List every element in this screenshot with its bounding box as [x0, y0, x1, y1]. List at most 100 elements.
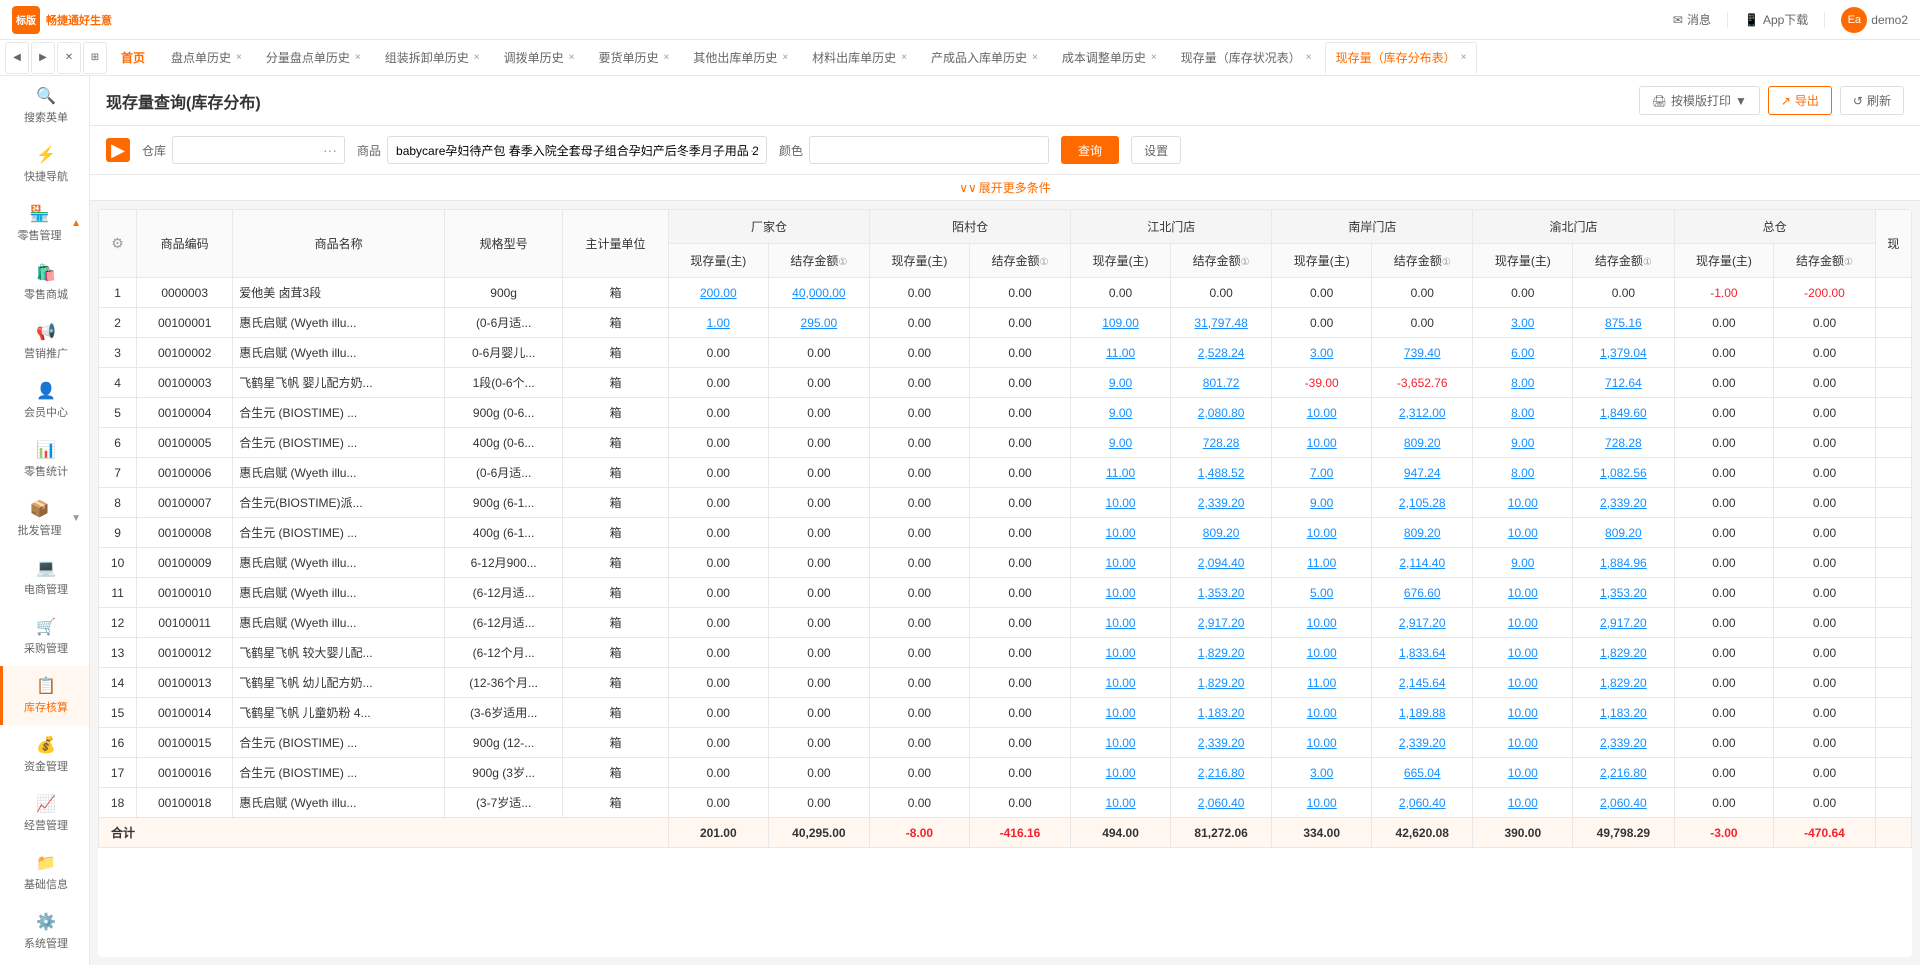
factory-amt-info[interactable]: ①: [838, 257, 847, 268]
tab-5[interactable]: 要货单历史 ×: [587, 42, 680, 74]
tab-4[interactable]: 调拨单历史 ×: [493, 42, 586, 74]
row-num: 12: [99, 608, 137, 638]
table-row: 900100008合生元 (BIOSTIME) ...400g (6-1...箱…: [99, 518, 1912, 548]
tab-6[interactable]: 其他出库单历史 ×: [682, 42, 799, 74]
settings-icon[interactable]: ⚙: [111, 235, 124, 251]
tab-close-btn[interactable]: ✕: [57, 42, 81, 74]
summary-factory-amt: 40,295.00: [768, 818, 869, 848]
sidebar-item-ecom[interactable]: 💻 电商管理: [0, 548, 89, 607]
sidebar-label-sys: 系统管理: [24, 935, 68, 951]
tab-close-5[interactable]: ×: [663, 52, 669, 63]
sidebar-item-collab[interactable]: 🤝 企业协同: [0, 961, 89, 965]
tab-close-4[interactable]: ×: [569, 52, 575, 63]
sidebar-item-ops[interactable]: 📈 经营管理: [0, 784, 89, 843]
expand-icon: ∨∨: [959, 181, 977, 195]
tab-2[interactable]: 分量盘点单历史 ×: [255, 42, 372, 74]
export-btn[interactable]: ↗ 导出: [1768, 86, 1832, 115]
ops-icon: 📈: [36, 794, 56, 814]
tab-close-11[interactable]: ×: [1461, 52, 1467, 63]
sidebar-item-wholesale[interactable]: 📦 批发管理 ▼: [0, 489, 89, 548]
row-name: 惠氏启赋 (Wyeth illu...: [233, 338, 445, 368]
row-num: 13: [99, 638, 137, 668]
table-row: 1100100010惠氏启赋 (Wyeth illu...(6-12月适...箱…: [99, 578, 1912, 608]
tab-expand-btn[interactable]: ⊞: [83, 42, 107, 74]
tab-next-btn[interactable]: ▶: [31, 42, 55, 74]
nanan-amt-info[interactable]: ①: [1442, 257, 1451, 268]
row-val-10: 809.20: [1170, 518, 1271, 548]
tab-3[interactable]: 组装拆卸单历史 ×: [374, 42, 491, 74]
row-unit: 箱: [563, 728, 669, 758]
row-val-7: 0.00: [870, 368, 970, 398]
row-val-11: 10.00: [1272, 428, 1372, 458]
sidebar-item-nav[interactable]: ⚡ 快捷导航: [0, 135, 89, 194]
row-code: 00100009: [137, 548, 233, 578]
row-val-8: 0.00: [969, 638, 1070, 668]
warehouse-dots[interactable]: ···: [323, 142, 337, 158]
summary-nanan-amt: 42,620.08: [1372, 818, 1473, 848]
sidebar-item-retail-mgmt[interactable]: 🏪 零售管理 ▲: [0, 194, 89, 253]
row-val-12: 2,145.64: [1372, 668, 1473, 698]
summary-yubei-amt: 49,798.29: [1573, 818, 1674, 848]
tab-11[interactable]: 现存量（库存分布表） ×: [1325, 42, 1478, 74]
sidebar-item-shop[interactable]: 🛍️ 零售商城: [0, 253, 89, 312]
user-menu[interactable]: Ea demo2: [1841, 7, 1908, 33]
row-val-9: 9.00: [1071, 368, 1171, 398]
app-download-btn[interactable]: 📱 App下载: [1744, 11, 1808, 28]
sidebar-item-search[interactable]: 🔍 搜索英单: [0, 76, 89, 135]
row-current: [1875, 758, 1911, 788]
sidebar-item-finance[interactable]: 💰 资金管理: [0, 725, 89, 784]
row-val-6: 0.00: [768, 458, 869, 488]
mocun-amt-info[interactable]: ①: [1040, 257, 1049, 268]
tab-close-6[interactable]: ×: [782, 52, 788, 63]
sidebar-item-base[interactable]: 📁 基础信息: [0, 843, 89, 902]
tab-1[interactable]: 盘点单历史 ×: [160, 42, 253, 74]
tab-7[interactable]: 材料出库单历史 ×: [801, 42, 918, 74]
collapse-btn[interactable]: ▶: [106, 138, 130, 162]
row-val-13: 10.00: [1473, 608, 1573, 638]
row-code: 00100010: [137, 578, 233, 608]
th-yubei-amt: 结存金额①: [1573, 244, 1674, 278]
tab-10[interactable]: 现存量（库存状况表） ×: [1170, 42, 1323, 74]
message-btn[interactable]: ✉ 消息: [1673, 11, 1711, 28]
refresh-btn[interactable]: ↺ 刷新: [1840, 86, 1904, 115]
row-code: 00100004: [137, 398, 233, 428]
tab-close-10[interactable]: ×: [1306, 52, 1312, 63]
expand-conditions-btn[interactable]: ∨∨ 展开更多条件: [959, 179, 1051, 196]
print-btn[interactable]: 🖨 按模版打印 ▼: [1639, 86, 1760, 115]
tab-close-8[interactable]: ×: [1032, 52, 1038, 63]
row-val-14: 1,183.20: [1573, 698, 1674, 728]
sidebar-item-inventory[interactable]: 📋 库存核算: [0, 666, 89, 725]
tab-close-9[interactable]: ×: [1151, 52, 1157, 63]
tab-home[interactable]: 首页: [108, 42, 158, 74]
jiangbei-amt-info[interactable]: ①: [1241, 257, 1250, 268]
tab-close-2[interactable]: ×: [355, 52, 361, 63]
tab-8[interactable]: 产成品入库单历史 ×: [920, 42, 1049, 74]
table-container[interactable]: ⚙ 商品编码 商品名称 规格型号 主计量单位 厂家仓 陌村仓 江北门店 南岸门店…: [98, 209, 1912, 957]
tab-close-1[interactable]: ×: [236, 52, 242, 63]
tab-close-7[interactable]: ×: [901, 52, 907, 63]
tab-prev-btn[interactable]: ◀: [5, 42, 29, 74]
goods-input[interactable]: [387, 136, 767, 164]
sidebar-item-member[interactable]: 👤 会员中心: [0, 371, 89, 430]
row-val-16: 0.00: [1774, 758, 1875, 788]
row-val-9: 10.00: [1071, 548, 1171, 578]
sidebar-item-stats[interactable]: 📊 零售统计: [0, 430, 89, 489]
color-input[interactable]: [809, 136, 1049, 164]
row-val-15: 0.00: [1674, 728, 1774, 758]
sidebar-item-purchase[interactable]: 🛒 采购管理: [0, 607, 89, 666]
warehouse-input[interactable]: [172, 136, 345, 164]
table-row: 10000003爱他美 卤茸3段900g箱200.0040,000.000.00…: [99, 278, 1912, 308]
yubei-amt-info[interactable]: ①: [1643, 257, 1652, 268]
tab-close-3[interactable]: ×: [474, 52, 480, 63]
sidebar-item-marketing[interactable]: 📢 营销推广: [0, 312, 89, 371]
row-spec: (6-12个月...: [445, 638, 563, 668]
sidebar-item-sys[interactable]: ⚙️ 系统管理: [0, 902, 89, 961]
row-code: 00100003: [137, 368, 233, 398]
settings-btn[interactable]: 设置: [1131, 136, 1181, 164]
total-amt-info[interactable]: ①: [1844, 257, 1853, 268]
th-settings[interactable]: ⚙: [99, 210, 137, 278]
query-btn[interactable]: 查询: [1061, 136, 1119, 164]
goods-dots[interactable]: ···: [745, 142, 759, 158]
tab-9[interactable]: 成本调整单历史 ×: [1051, 42, 1168, 74]
row-name: 爱他美 卤茸3段: [233, 278, 445, 308]
